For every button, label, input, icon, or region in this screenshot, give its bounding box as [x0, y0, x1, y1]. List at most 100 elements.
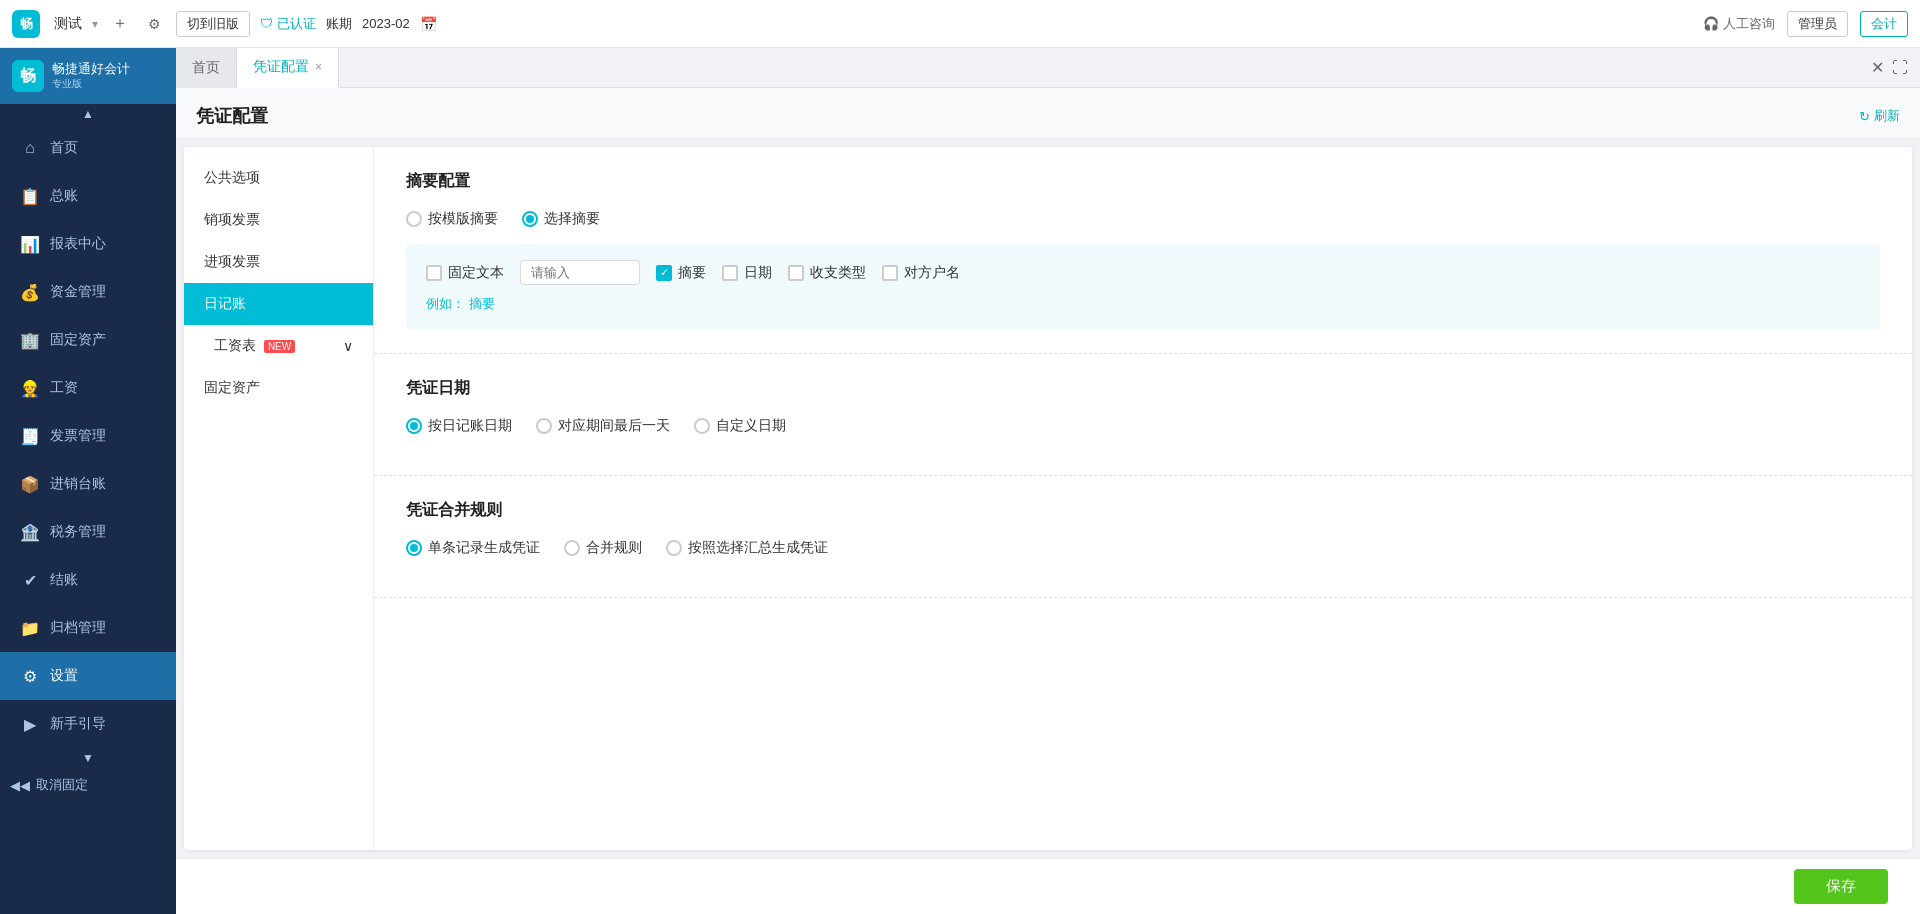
sidebar-item-sales[interactable]: 📦 进销台账	[0, 460, 176, 508]
settings-sidebar-icon: ⚙	[20, 667, 40, 686]
sidebar-item-payroll[interactable]: 👷 工资	[0, 364, 176, 412]
logo-mark: 畅	[12, 60, 44, 92]
merge-rule-title: 凭证合并规则	[406, 500, 1880, 521]
invoice-icon: 🧾	[20, 427, 40, 446]
switch-old-button[interactable]: 切到旧版	[176, 11, 250, 37]
page-content: 凭证配置 ↻ 刷新 公共选项 销项发票	[176, 88, 1920, 914]
radio-merge[interactable]: 合并规则	[564, 539, 642, 557]
sidebar-item-guide[interactable]: ▶ 新手引导	[0, 700, 176, 748]
expand-icon: ∨	[343, 338, 353, 354]
archive-icon: 📁	[20, 619, 40, 638]
radio-single-circle	[406, 540, 422, 556]
date-checkbox	[722, 265, 738, 281]
left-nav-sales-invoice[interactable]: 销项发票	[184, 199, 373, 241]
save-button[interactable]: 保存	[1794, 869, 1888, 904]
settings-icon[interactable]: ⚙	[142, 12, 166, 36]
summary-radio-group: 按模版摘要 选择摘要	[406, 210, 1880, 228]
project-chevron-icon[interactable]: ▾	[92, 17, 98, 31]
radio-by-journal-circle	[406, 418, 422, 434]
fixed-text-input[interactable]	[520, 260, 640, 285]
left-nav-fixed-assets[interactable]: 固定资产	[184, 367, 373, 409]
consult-button[interactable]: 🎧 人工咨询	[1703, 15, 1775, 33]
tax-icon: 🏦	[20, 523, 40, 542]
header-right: 🎧 人工咨询 管理员 会计	[1703, 11, 1908, 37]
income-type-checkbox	[788, 265, 804, 281]
left-nav-purchase-invoice[interactable]: 进项发票	[184, 241, 373, 283]
radio-last-day-circle	[536, 418, 552, 434]
new-badge: NEW	[264, 340, 295, 353]
sidebar-item-capital[interactable]: 💰 资金管理	[0, 268, 176, 316]
radio-batch-circle	[666, 540, 682, 556]
merge-rule-radio-group: 单条记录生成凭证 合并规则 按照选择汇总生成凭证	[406, 539, 1880, 557]
cancel-fixed-button[interactable]: ◀◀ 取消固定	[0, 768, 176, 802]
sidebar-item-report[interactable]: 📊 报表中心	[0, 220, 176, 268]
radio-single[interactable]: 单条记录生成凭证	[406, 539, 540, 557]
sidebar-item-archive[interactable]: 📁 归档管理	[0, 604, 176, 652]
capital-icon: 💰	[20, 283, 40, 302]
left-nav: 公共选项 销项发票 进项发票 日记账 工资表	[184, 147, 374, 850]
home-icon: ⌂	[20, 139, 40, 157]
sidebar-item-tax[interactable]: 🏦 税务管理	[0, 508, 176, 556]
sidebar-item-home[interactable]: ⌂ 首页	[0, 124, 176, 172]
page-title: 凭证配置	[196, 104, 268, 128]
inner-layout: 公共选项 销项发票 进项发票 日记账 工资表	[184, 147, 1912, 850]
main-layout: 畅 畅捷通好会计 专业版 ▲ ⌂ 首页 📋 总账 📊 报表中心 💰	[0, 48, 1920, 914]
sidebar-item-ledger[interactable]: 📋 总账	[0, 172, 176, 220]
calendar-icon[interactable]: 📅	[420, 16, 437, 32]
left-nav-journal[interactable]: 日记账	[184, 283, 373, 325]
project-name: 测试	[54, 15, 82, 33]
counterparty-checkbox	[882, 265, 898, 281]
accountant-button[interactable]: 会计	[1860, 11, 1908, 37]
fixed-text-checkbox	[426, 265, 442, 281]
example-text: 例如： 摘要	[426, 296, 495, 311]
shield-icon: 🛡	[260, 16, 273, 31]
top-header: 畅 测试 ▾ ＋ ⚙ 切到旧版 🛡 已认证 账期 2023-02 📅 🎧 人工咨…	[0, 0, 1920, 48]
tab-close-button[interactable]: ✕	[1871, 58, 1884, 77]
checkbox-summary[interactable]: 摘要	[656, 264, 706, 282]
left-nav-public[interactable]: 公共选项	[184, 157, 373, 199]
page-title-bar: 凭证配置 ↻ 刷新	[176, 88, 1920, 139]
tab-close-icon[interactable]: ×	[315, 60, 322, 74]
sidebar-scroll-up[interactable]: ▲	[0, 104, 176, 124]
sidebar-item-settings[interactable]: ⚙ 设置	[0, 652, 176, 700]
radio-by-journal[interactable]: 按日记账日期	[406, 417, 512, 435]
sidebar-item-closing[interactable]: ✔ 结账	[0, 556, 176, 604]
tab-home[interactable]: 首页	[176, 48, 237, 88]
checkbox-date[interactable]: 日期	[722, 264, 772, 282]
checkbox-income-type[interactable]: 收支类型	[788, 264, 866, 282]
tab-voucher-config[interactable]: 凭证配置 ×	[237, 48, 339, 88]
left-nav-payroll-table[interactable]: 工资表 NEW ∨	[184, 325, 373, 367]
sidebar-item-fixed-assets[interactable]: 🏢 固定资产	[0, 316, 176, 364]
radio-template-circle	[406, 211, 422, 227]
radio-template-summary[interactable]: 按模版摘要	[406, 210, 498, 228]
config-area: 摘要配置 按模版摘要 选择摘要	[374, 147, 1912, 850]
refresh-button[interactable]: ↻ 刷新	[1859, 107, 1900, 125]
sidebar-item-invoice-mgmt[interactable]: 🧾 发票管理	[0, 412, 176, 460]
logo-icon: 畅	[12, 10, 40, 38]
sidebar-scroll-down[interactable]: ▼	[0, 748, 176, 768]
add-project-button[interactable]: ＋	[108, 12, 132, 36]
guide-icon: ▶	[20, 715, 40, 734]
voucher-date-section: 凭证日期 按日记账日期 对应期间最后一天	[374, 354, 1912, 476]
fixed-assets-icon: 🏢	[20, 331, 40, 350]
summary-title: 摘要配置	[406, 171, 1880, 192]
voucher-date-radio-group: 按日记账日期 对应期间最后一天 自定义日期	[406, 417, 1880, 435]
checkbox-counterparty[interactable]: 对方户名	[882, 264, 960, 282]
summary-options-box: 固定文本 摘要 日期	[406, 244, 1880, 329]
admin-button[interactable]: 管理员	[1787, 11, 1848, 37]
radio-custom-date[interactable]: 自定义日期	[694, 417, 786, 435]
logo-text: 畅捷通好会计 专业版	[52, 61, 130, 92]
tab-bar-actions: ✕ ⛶	[1871, 58, 1920, 77]
refresh-icon: ↻	[1859, 109, 1870, 124]
tab-fullscreen-button[interactable]: ⛶	[1892, 59, 1908, 77]
summary-options-row: 固定文本 摘要 日期	[426, 260, 1860, 285]
sales-icon: 📦	[20, 475, 40, 494]
summary-config-section: 摘要配置 按模版摘要 选择摘要	[374, 147, 1912, 354]
content-area: 首页 凭证配置 × ✕ ⛶ 凭证配置 ↻ 刷新	[176, 48, 1920, 914]
checkbox-fixed-text[interactable]: 固定文本	[426, 264, 504, 282]
sidebar-logo: 畅 畅捷通好会计 专业版	[0, 48, 176, 104]
radio-merge-circle	[564, 540, 580, 556]
radio-batch[interactable]: 按照选择汇总生成凭证	[666, 539, 828, 557]
radio-last-day[interactable]: 对应期间最后一天	[536, 417, 670, 435]
radio-select-summary[interactable]: 选择摘要	[522, 210, 600, 228]
